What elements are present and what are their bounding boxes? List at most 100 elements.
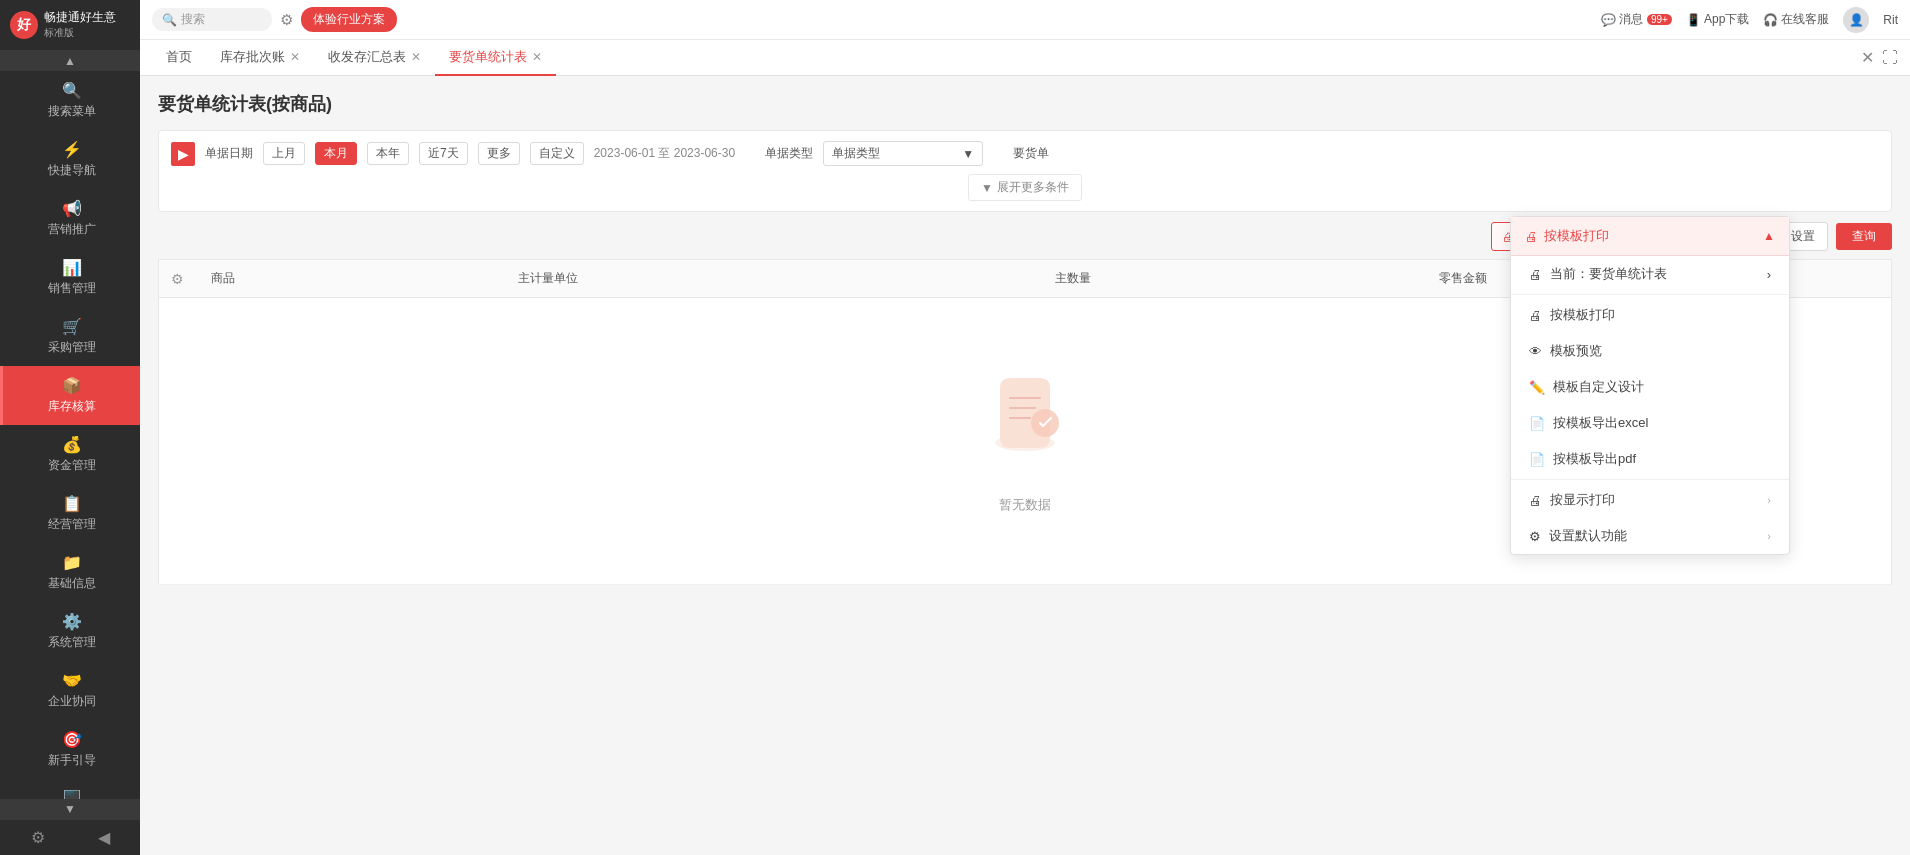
sidebar-item-operations[interactable]: 📋 经营管理 <box>0 484 140 543</box>
current-chevron: › <box>1767 267 1771 282</box>
newbie-icon: 🎯 <box>62 730 82 749</box>
sidebar-item-label: 新手引导 <box>48 752 96 769</box>
date-this-month-btn[interactable]: 本月 <box>315 142 357 165</box>
settings-bottom-btn[interactable]: ⚙ <box>31 828 45 847</box>
online-service-label: 在线客服 <box>1781 11 1829 28</box>
set-default-item[interactable]: ⚙ 设置默认功能 › <box>1511 518 1789 554</box>
print-dropdown-item-2[interactable]: ✏️ 模板自定义设计 <box>1511 369 1789 405</box>
sidebar-item-label: 系统管理 <box>48 634 96 651</box>
print-dropdown: 🖨 按模板打印 ▲ 🖨 当前：要货单统计表 › 🖨 按模板打印 👁 模板预览 <box>1510 216 1790 555</box>
filter-expand-icon[interactable]: ▶ <box>171 142 195 166</box>
sidebar-item-label: 搜索菜单 <box>48 103 96 120</box>
display-print-label: 按显示打印 <box>1550 491 1615 509</box>
dropdown-chevron-icon: ▼ <box>962 147 974 161</box>
search-menu-icon: 🔍 <box>62 81 82 100</box>
divider-1 <box>1511 294 1789 295</box>
sidebar-item-basic[interactable]: 📁 基础信息 <box>0 543 140 602</box>
sidebar-item-finance[interactable]: 💰 资金管理 <box>0 425 140 484</box>
message-label: 消息 <box>1619 11 1643 28</box>
col-unit: 主计量单位 <box>506 260 1044 298</box>
tab-inventory-batch-label: 库存批次账 <box>220 48 285 66</box>
set-default-left: ⚙ 设置默认功能 <box>1529 527 1627 545</box>
display-print-item[interactable]: 🖨 按显示打印 › <box>1511 482 1789 518</box>
date-this-year-btn[interactable]: 本年 <box>367 142 409 165</box>
sidebar-item-newbie[interactable]: 🎯 新手引导 <box>0 720 140 779</box>
sidebar-item-label: 快捷导航 <box>48 162 96 179</box>
sidebar-item-sales[interactable]: 📊 销售管理 <box>0 248 140 307</box>
sidebar-item-search-menu[interactable]: 🔍 搜索菜单 <box>0 71 140 130</box>
set-default-chevron: › <box>1767 530 1771 542</box>
date-last7-btn[interactable]: 近7天 <box>419 142 468 165</box>
tab-inventory-batch[interactable]: 库存批次账 ✕ <box>206 40 314 76</box>
close-window-btn[interactable]: ✕ <box>1861 48 1874 67</box>
date-more-btn[interactable]: 更多 <box>478 142 520 165</box>
type-dropdown[interactable]: 单据类型 ▼ <box>823 141 983 166</box>
sidebar-item-purchase[interactable]: 🛒 采购管理 <box>0 307 140 366</box>
filter-row-date: ▶ 单据日期 上月 本月 本年 近7天 更多 自定义 2023-06-01 至 … <box>171 141 1879 166</box>
app-download-btn[interactable]: 📱 App下载 <box>1686 11 1749 28</box>
print-dropdown-item-1[interactable]: 👁 模板预览 <box>1511 333 1789 369</box>
query-btn[interactable]: 查询 <box>1836 223 1892 250</box>
sidebar-item-marketing[interactable]: 📢 营销推广 <box>0 189 140 248</box>
print-dropdown-title-area: 🖨 按模板打印 <box>1525 227 1609 245</box>
filter-bar: ▶ 单据日期 上月 本月 本年 近7天 更多 自定义 2023-06-01 至 … <box>158 130 1892 212</box>
search-box[interactable]: 🔍 搜索 <box>152 8 272 31</box>
online-service-btn[interactable]: 🎧 在线客服 <box>1763 11 1829 28</box>
tab-receipts-summary-close[interactable]: ✕ <box>411 50 421 64</box>
topbar-gear-icon[interactable]: ⚙ <box>280 11 293 29</box>
date-custom-btn[interactable]: 自定义 <box>530 142 584 165</box>
sidebar: 好 畅捷通好生意 标准版 ▲ 🔍 搜索菜单 ⚡ 快捷导航 📢 营销推广 📊 销售… <box>0 0 140 855</box>
avatar[interactable]: 👤 <box>1843 7 1869 33</box>
set-default-icon: ⚙ <box>1529 529 1541 544</box>
template-print-label: 按模板打印 <box>1550 306 1615 324</box>
sidebar-item-collab[interactable]: 🤝 企业协同 <box>0 661 140 720</box>
type-filter-label: 单据类型 <box>765 145 813 162</box>
print-dropdown-close-chevron[interactable]: ▲ <box>1763 229 1775 243</box>
order-field-label: 要货单 <box>1013 145 1049 162</box>
print-dropdown-item-4[interactable]: 📄 按模板导出pdf <box>1511 441 1789 477</box>
template-design-icon: ✏️ <box>1529 380 1545 395</box>
maximize-window-btn[interactable]: ⛶ <box>1882 49 1898 67</box>
collab-icon: 🤝 <box>62 671 82 690</box>
sidebar-item-inventory[interactable]: 📦 库存核算 <box>0 366 140 425</box>
sidebar-item-appstore[interactable]: 🖥️ 应用中心 <box>0 779 140 799</box>
sidebar-item-system[interactable]: ⚙️ 系统管理 <box>0 602 140 661</box>
window-btns: ✕ ⛶ <box>1861 48 1898 67</box>
sidebar-item-label: 库存核算 <box>48 398 96 415</box>
trial-btn[interactable]: 体验行业方案 <box>301 7 397 32</box>
col-quantity: 主数量 <box>1043 260 1427 298</box>
tab-home[interactable]: 首页 <box>152 40 206 76</box>
display-print-icon: 🖨 <box>1529 493 1542 508</box>
template-print-icon: 🖨 <box>1529 308 1542 323</box>
tab-inventory-batch-close[interactable]: ✕ <box>290 50 300 64</box>
tab-receipts-summary[interactable]: 收发存汇总表 ✕ <box>314 40 435 76</box>
template-preview-icon: 👁 <box>1529 344 1542 359</box>
sidebar-item-label: 基础信息 <box>48 575 96 592</box>
template-pdf-icon: 📄 <box>1529 452 1545 467</box>
print-dropdown-current[interactable]: 🖨 当前：要货单统计表 › <box>1511 256 1789 292</box>
sidebar-item-quick-nav[interactable]: ⚡ 快捷导航 <box>0 130 140 189</box>
quick-nav-icon: ⚡ <box>62 140 82 159</box>
operations-icon: 📋 <box>62 494 82 513</box>
tab-order-stats[interactable]: 要货单统计表 ✕ <box>435 40 556 76</box>
print-dropdown-item-3[interactable]: 📄 按模板导出excel <box>1511 405 1789 441</box>
display-print-left: 🖨 按显示打印 <box>1529 491 1615 509</box>
topbar: 🔍 搜索 ⚙ 体验行业方案 💬 消息 99+ 📱 App下载 🎧 在线客服 👤 … <box>140 0 1910 40</box>
sidebar-scroll-down[interactable]: ▼ <box>0 799 140 819</box>
print-dropdown-item-0[interactable]: 🖨 按模板打印 <box>1511 297 1789 333</box>
table-settings-icon[interactable]: ⚙ <box>171 271 184 287</box>
type-dropdown-text: 单据类型 <box>832 145 880 162</box>
sidebar-nav: 🔍 搜索菜单 ⚡ 快捷导航 📢 营销推广 📊 销售管理 🛒 采购管理 📦 库存核… <box>0 71 140 799</box>
expand-btn[interactable]: ▼ 展开更多条件 <box>968 174 1082 201</box>
template-pdf-label: 按模板导出pdf <box>1553 450 1636 468</box>
collapse-btn[interactable]: ◀ <box>98 828 110 847</box>
main-area: 🔍 搜索 ⚙ 体验行业方案 💬 消息 99+ 📱 App下载 🎧 在线客服 👤 … <box>140 0 1910 855</box>
content-area: 要货单统计表(按商品) ▶ 单据日期 上月 本月 本年 近7天 更多 自定义 2… <box>140 76 1910 855</box>
sales-icon: 📊 <box>62 258 82 277</box>
date-prev-month-btn[interactable]: 上月 <box>263 142 305 165</box>
username: Rit <box>1883 13 1898 27</box>
sidebar-scroll-up[interactable]: ▲ <box>0 51 140 71</box>
message-btn[interactable]: 💬 消息 99+ <box>1601 11 1672 28</box>
print-dropdown-title: 按模板打印 <box>1544 227 1609 245</box>
tab-order-stats-close[interactable]: ✕ <box>532 50 542 64</box>
